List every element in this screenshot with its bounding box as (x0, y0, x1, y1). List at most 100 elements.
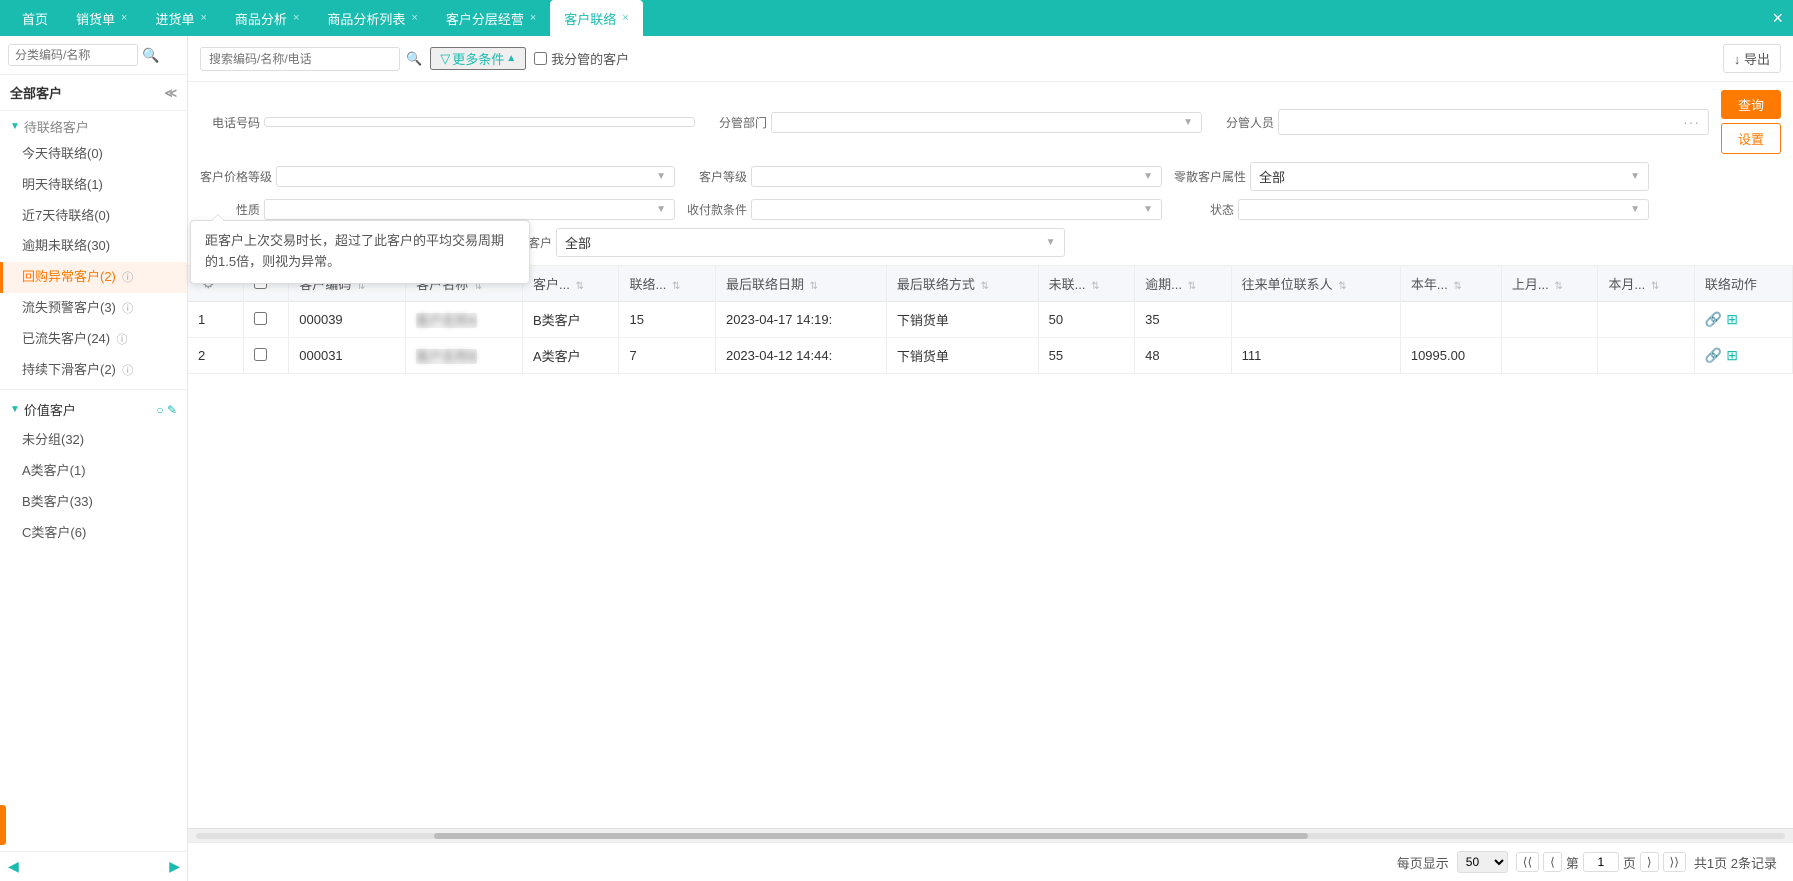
row-checkbox-2[interactable] (254, 348, 267, 361)
dept-select[interactable]: ▼ (771, 112, 1202, 133)
sidebar-item-b-class[interactable]: B类客户(33) (0, 487, 187, 518)
info-icon-declining: ⓘ (122, 365, 133, 377)
next-page-button[interactable]: ⟩ (1640, 852, 1659, 872)
phone-input[interactable] (264, 117, 695, 127)
close-sales-tab[interactable]: × (121, 12, 127, 24)
scrollbar-thumb[interactable] (434, 833, 1308, 839)
cell-contact-2: 7 (619, 338, 715, 374)
more-filters-button[interactable]: ▽ 更多条件 ▲ (430, 47, 526, 70)
first-page-button[interactable]: ⟨⟨ (1516, 852, 1539, 872)
menu-icon-2[interactable]: ⊞ (1726, 347, 1738, 364)
row-checkbox-1[interactable] (254, 312, 267, 325)
close-goods-analysis-tab[interactable]: × (293, 12, 299, 24)
person-dots-icon: ··· (1683, 114, 1700, 130)
sidebar-item-tomorrow-pending[interactable]: 明天待联络(1) (0, 170, 187, 201)
sort-icon-last-month: ⇅ (1554, 281, 1562, 292)
close-customer-tier-tab[interactable]: × (530, 12, 536, 24)
close-customer-contact-tab[interactable]: × (622, 12, 628, 24)
person-filter-field: 分管人员 ··· (1214, 109, 1709, 135)
sidebar-search-input[interactable] (8, 44, 138, 66)
my-customers-checkbox-label[interactable]: 我分管的客户 (534, 49, 629, 68)
last-method-link-2[interactable]: 下销货单 (897, 349, 949, 364)
person-label: 分管人员 (1214, 114, 1274, 131)
retail-customer-filter-field: 零散客户 全部 ▼ (492, 228, 1065, 257)
main-search-icon[interactable]: 🔍 (406, 51, 422, 67)
sidebar-item-a-class[interactable]: A类客户(1) (0, 456, 187, 487)
phone-filter-field: 电话号码 (200, 114, 695, 131)
col-annual[interactable]: 本年... ⇅ (1400, 266, 1501, 302)
nav-goods-analysis[interactable]: 商品分析 × (221, 0, 313, 36)
cell-checkbox-2 (243, 338, 289, 374)
per-page-select[interactable]: 50 100 200 (1457, 851, 1508, 873)
value-group-edit-icons[interactable]: ○ ✎ (156, 403, 177, 417)
close-purchase-tab[interactable]: × (200, 12, 206, 24)
sort-icon-last-method: ⇅ (981, 281, 989, 292)
value-group-arrow: ▼ (10, 404, 20, 415)
col-unit-contact[interactable]: 往来单位联系人 ⇅ (1231, 266, 1400, 302)
payment-select[interactable]: ▼ (751, 199, 1162, 220)
sidebar-item-today-pending[interactable]: 今天待联络(0) (0, 139, 187, 170)
sidebar-search-icon[interactable]: 🔍 (142, 47, 159, 64)
sort-icon-annual: ⇅ (1453, 281, 1461, 292)
sidebar-item-abnormal-repurchase[interactable]: 回购异常客户(2) ⓘ (0, 262, 187, 293)
status-select[interactable]: ▼ (1238, 199, 1649, 220)
chevron-down-icon: ▲ (506, 53, 516, 64)
settings-button[interactable]: 设置 (1721, 123, 1781, 154)
horizontal-scrollbar[interactable] (188, 828, 1793, 842)
retail-attr-select[interactable]: 全部 ▼ (1250, 162, 1649, 191)
last-method-link-1[interactable]: 下销货单 (897, 313, 949, 328)
contact-icon-1[interactable]: 🔗 (1705, 311, 1722, 328)
nav-sales[interactable]: 销货单 × (62, 0, 141, 36)
cell-no-contact-1: 50 (1038, 302, 1134, 338)
sidebar-item-declining[interactable]: 持续下滑客户(2) ⓘ (0, 355, 187, 386)
price-level-select[interactable]: ▼ (276, 166, 675, 187)
cell-unit-contact-1 (1231, 302, 1400, 338)
contact-icon-2[interactable]: 🔗 (1705, 347, 1722, 364)
sidebar-item-7days-pending[interactable]: 近7天待联络(0) (0, 201, 187, 232)
sidebar-item-overdue-pending[interactable]: 逾期未联络(30) (0, 231, 187, 262)
sort-icon-no-contact: ⇅ (1091, 281, 1099, 292)
cell-seq-1: 1 (188, 302, 243, 338)
col-no-contact-days[interactable]: 未联... ⇅ (1038, 266, 1134, 302)
col-last-month[interactable]: 上月... ⇅ (1501, 266, 1597, 302)
menu-icon-1[interactable]: ⊞ (1726, 311, 1738, 328)
sidebar-collapse-icon[interactable]: ≪ (164, 86, 177, 100)
nav-customer-contact[interactable]: 客户联络 × (550, 0, 642, 36)
nav-customer-tier[interactable]: 客户分层经营 × (432, 0, 550, 36)
sidebar-item-c-class[interactable]: C类客户(6) (0, 518, 187, 549)
col-last-contact-date[interactable]: 最后联络日期 ⇅ (715, 266, 886, 302)
value-customer-group-header: ▼ 价值客户 ○ ✎ (0, 394, 187, 425)
export-button[interactable]: ↓ 导出 (1723, 44, 1781, 73)
sidebar-prev-arrow[interactable]: ◀ (8, 858, 19, 875)
retail-customer-select[interactable]: 全部 ▼ (556, 228, 1065, 257)
page-number-input[interactable] (1583, 852, 1619, 872)
cell-last-month-2 (1501, 338, 1597, 374)
last-page-button[interactable]: ⟩⟩ (1663, 852, 1686, 872)
sidebar-item-churned[interactable]: 已流失客户(24) ⓘ (0, 324, 187, 355)
col-customer-type[interactable]: 客户... ⇅ (523, 266, 619, 302)
my-customers-checkbox[interactable] (534, 52, 547, 65)
sidebar-next-arrow[interactable]: ▶ (169, 858, 180, 875)
status-filter-field: 状态 ▼ (1174, 199, 1649, 220)
col-last-contact-method[interactable]: 最后联络方式 ⇅ (886, 266, 1038, 302)
nav-purchase[interactable]: 进货单 × (141, 0, 220, 36)
col-overdue-days[interactable]: 逾期... ⇅ (1135, 266, 1231, 302)
prev-page-button[interactable]: ⟨ (1543, 852, 1562, 872)
price-level-filter-field: 客户价格等级 ▼ (200, 166, 675, 187)
customer-level-select[interactable]: ▼ (751, 166, 1162, 187)
sidebar-item-ungrouped[interactable]: 未分组(32) (0, 425, 187, 456)
sidebar-item-churn-warning[interactable]: 流失预警客户(3) ⓘ (0, 293, 187, 324)
col-contact-count[interactable]: 联络... ⇅ (619, 266, 715, 302)
col-this-month[interactable]: 本月... ⇅ (1598, 266, 1694, 302)
retail-attr-filter-field: 零散客户属性 全部 ▼ (1174, 162, 1649, 191)
cell-type-1: B类客户 (523, 302, 619, 338)
main-search-input[interactable] (200, 47, 400, 71)
gender-select[interactable]: ▼ (264, 199, 675, 220)
nav-home[interactable]: 首页 (8, 0, 62, 36)
cell-unit-contact-2: 111 (1231, 338, 1400, 374)
nav-goods-analysis-list[interactable]: 商品分析列表 × (313, 0, 431, 36)
close-goods-analysis-list-tab[interactable]: × (411, 12, 417, 24)
person-input[interactable]: ··· (1278, 109, 1709, 135)
query-button[interactable]: 查询 (1721, 90, 1781, 119)
window-close-button[interactable]: × (1772, 8, 1783, 29)
